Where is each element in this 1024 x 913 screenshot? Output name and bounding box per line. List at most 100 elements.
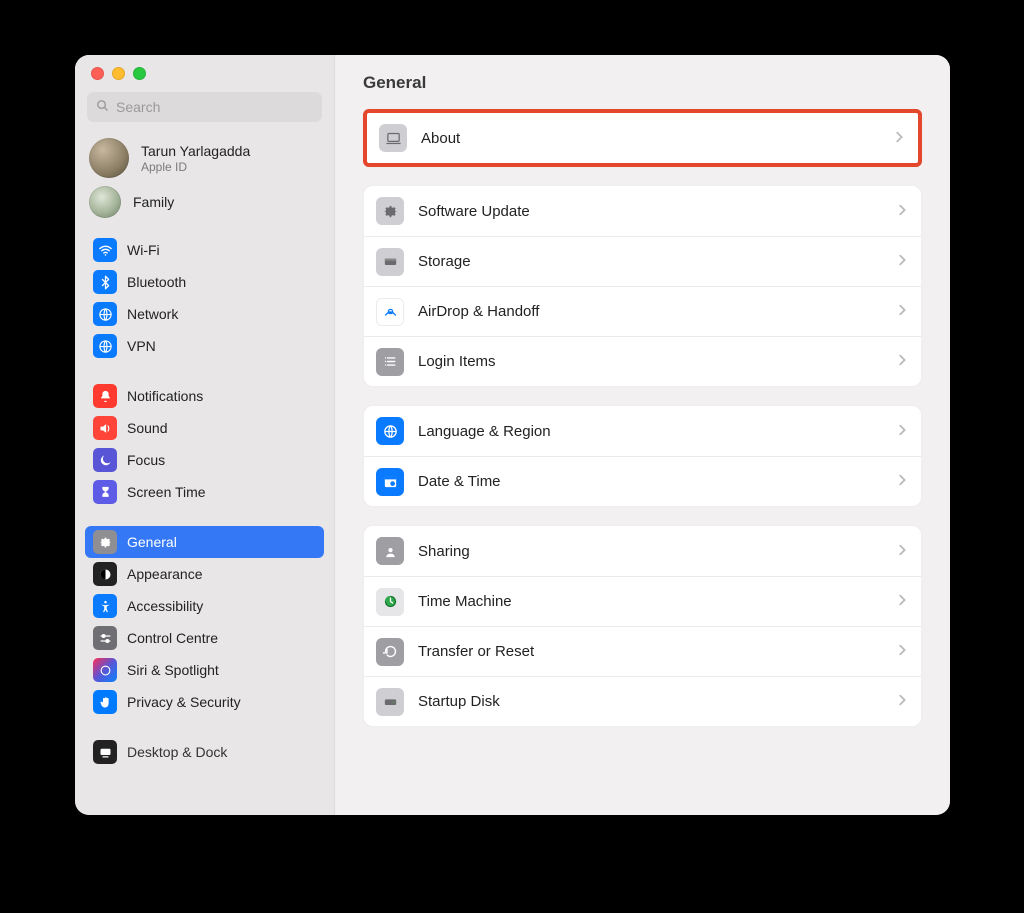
sidebar-item-label: Sound — [127, 420, 167, 436]
row-softwareupdate[interactable]: Software Update — [364, 186, 921, 236]
row-label: AirDrop & Handoff — [418, 303, 883, 320]
sidebar-item-label: Wi-Fi — [127, 242, 160, 258]
row-label: Transfer or Reset — [418, 643, 883, 660]
sidebar-item-label: Screen Time — [127, 484, 206, 500]
startupdisk-icon — [376, 688, 404, 716]
sidebar-item-label: Control Centre — [127, 630, 218, 646]
fullscreen-icon[interactable] — [133, 67, 146, 80]
settings-window: Tarun Yarlagadda Apple ID Family Wi-Fi — [75, 55, 950, 815]
row-label: About — [421, 130, 880, 147]
avatar — [89, 138, 129, 178]
row-timemachine[interactable]: Time Machine — [364, 576, 921, 626]
sidebar-item-sound[interactable]: Sound — [85, 412, 324, 444]
disk-icon — [376, 248, 404, 276]
sidebar: Tarun Yarlagadda Apple ID Family Wi-Fi — [75, 55, 335, 815]
chevron-right-icon — [897, 253, 907, 270]
chevron-right-icon — [897, 353, 907, 370]
siri-icon — [93, 658, 117, 682]
sidebar-item-appearance[interactable]: Appearance — [85, 558, 324, 590]
sidebar-item-label: Siri & Spotlight — [127, 662, 219, 678]
sidebar-item-focus[interactable]: Focus — [85, 444, 324, 476]
page-title: General — [363, 73, 922, 93]
minimize-icon[interactable] — [112, 67, 125, 80]
chevron-right-icon — [897, 593, 907, 610]
search-input[interactable] — [116, 99, 314, 115]
list-icon — [376, 348, 404, 376]
panel-system: Software Update Storage AirDrop & Handof… — [363, 185, 922, 387]
row-transfer[interactable]: Transfer or Reset — [364, 626, 921, 676]
window-controls — [75, 67, 334, 80]
sidebar-item-desktopdock[interactable]: Desktop & Dock — [85, 736, 324, 768]
sidebar-item-siri[interactable]: Siri & Spotlight — [85, 654, 324, 686]
vpn-icon — [93, 334, 117, 358]
sidebar-item-vpn[interactable]: VPN — [85, 330, 324, 362]
row-airdrop[interactable]: AirDrop & Handoff — [364, 286, 921, 336]
dock-icon — [93, 740, 117, 764]
panel-misc: Sharing Time Machine Transfer or Reset — [363, 525, 922, 727]
apple-id-account[interactable]: Tarun Yarlagadda Apple ID — [75, 132, 334, 184]
account-subtitle: Apple ID — [141, 160, 250, 174]
sliders-icon — [93, 626, 117, 650]
chevron-right-icon — [897, 473, 907, 490]
sound-icon — [93, 416, 117, 440]
moon-icon — [93, 448, 117, 472]
row-language[interactable]: Language & Region — [364, 406, 921, 456]
chevron-right-icon — [894, 130, 904, 147]
chevron-right-icon — [897, 203, 907, 220]
network-icon — [93, 302, 117, 326]
bell-icon — [93, 384, 117, 408]
chevron-right-icon — [897, 423, 907, 440]
sidebar-item-label: Bluetooth — [127, 274, 186, 290]
sidebar-item-privacy[interactable]: Privacy & Security — [85, 686, 324, 718]
search-icon — [95, 98, 110, 116]
sidebar-item-notifications[interactable]: Notifications — [85, 380, 324, 412]
row-loginitems[interactable]: Login Items — [364, 336, 921, 386]
row-label: Language & Region — [418, 423, 883, 440]
sidebar-item-controlcentre[interactable]: Control Centre — [85, 622, 324, 654]
sidebar-item-label: Privacy & Security — [127, 694, 241, 710]
sidebar-item-label: Accessibility — [127, 598, 203, 614]
wifi-icon — [93, 238, 117, 262]
sidebar-item-wifi[interactable]: Wi-Fi — [85, 234, 324, 266]
sidebar-item-label: Appearance — [127, 566, 203, 582]
row-label: Storage — [418, 253, 883, 270]
timemachine-icon — [376, 588, 404, 616]
appearance-icon — [93, 562, 117, 586]
sidebar-item-label: General — [127, 534, 177, 550]
main-content: General About Software Update — [335, 55, 950, 815]
avatar — [89, 186, 121, 218]
row-datetime[interactable]: Date & Time — [364, 456, 921, 506]
accessibility-icon — [93, 594, 117, 618]
hand-icon — [93, 690, 117, 714]
sidebar-item-bluetooth[interactable]: Bluetooth — [85, 266, 324, 298]
sidebar-item-accessibility[interactable]: Accessibility — [85, 590, 324, 622]
chevron-right-icon — [897, 303, 907, 320]
calendar-icon — [376, 468, 404, 496]
row-startupdisk[interactable]: Startup Disk — [364, 676, 921, 726]
sidebar-item-label: Focus — [127, 452, 165, 468]
hourglass-icon — [93, 480, 117, 504]
sidebar-item-general[interactable]: General — [85, 526, 324, 558]
family-label: Family — [133, 194, 174, 210]
sidebar-item-label: VPN — [127, 338, 156, 354]
family-account[interactable]: Family — [75, 184, 334, 226]
row-storage[interactable]: Storage — [364, 236, 921, 286]
reset-icon — [376, 638, 404, 666]
chevron-right-icon — [897, 543, 907, 560]
gear-icon — [376, 197, 404, 225]
row-label: Startup Disk — [418, 693, 883, 710]
chevron-right-icon — [897, 693, 907, 710]
panel-locale: Language & Region Date & Time — [363, 405, 922, 507]
row-about[interactable]: About — [367, 113, 918, 163]
row-label: Sharing — [418, 543, 883, 560]
sidebar-item-screentime[interactable]: Screen Time — [85, 476, 324, 508]
row-label: Date & Time — [418, 473, 883, 490]
close-icon[interactable] — [91, 67, 104, 80]
search-input-wrap[interactable] — [87, 92, 322, 122]
row-label: Software Update — [418, 203, 883, 220]
row-sharing[interactable]: Sharing — [364, 526, 921, 576]
sidebar-item-network[interactable]: Network — [85, 298, 324, 330]
row-label: Login Items — [418, 353, 883, 370]
chevron-right-icon — [897, 643, 907, 660]
sidebar-item-label: Notifications — [127, 388, 203, 404]
